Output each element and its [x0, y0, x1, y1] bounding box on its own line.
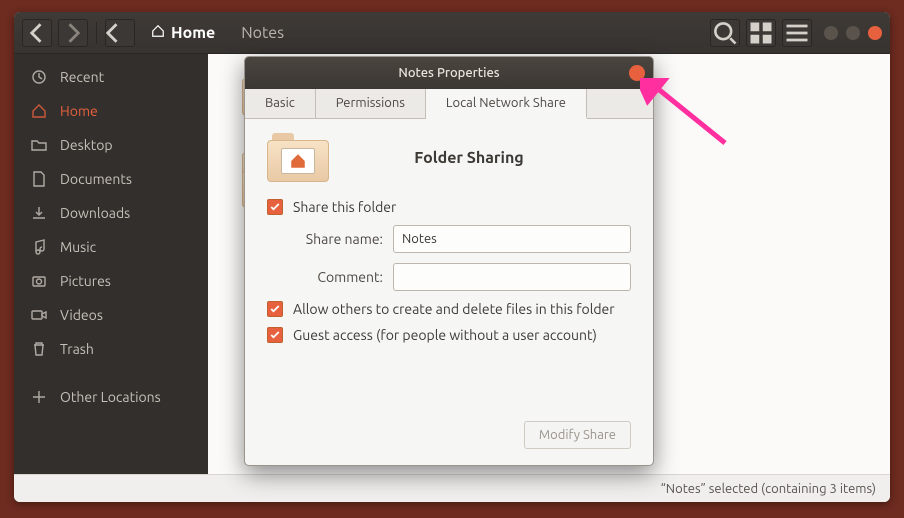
guest-access-checkbox[interactable]	[267, 327, 283, 343]
status-text: “Notes” selected (containing 3 items)	[661, 482, 876, 496]
comment-input[interactable]	[393, 263, 631, 291]
clock-icon	[30, 68, 48, 86]
dialog-heading: Folder Sharing	[347, 149, 631, 167]
dialog-tabs: Basic Permissions Local Network Share	[245, 89, 653, 119]
path-back-button[interactable]	[105, 19, 135, 47]
sidebar-item-label: Music	[60, 239, 96, 255]
breadcrumb-home[interactable]: Home	[141, 24, 225, 42]
sidebar-item-documents[interactable]: Documents	[14, 162, 208, 196]
allow-others-label: Allow others to create and delete files …	[293, 301, 615, 317]
sidebar-item-label: Desktop	[60, 137, 113, 153]
plus-icon	[30, 388, 48, 406]
sidebar-item-label: Recent	[60, 69, 104, 85]
divider	[96, 22, 97, 44]
sidebar: Recent Home Desktop Documents Downloads …	[14, 54, 208, 474]
home-icon	[30, 102, 48, 120]
share-name-row: Share name:	[267, 225, 631, 253]
search-button[interactable]	[710, 19, 740, 47]
tab-basic[interactable]: Basic	[245, 89, 316, 118]
dialog-title: Notes Properties	[398, 66, 499, 80]
sidebar-item-label: Downloads	[60, 205, 130, 221]
guest-access-label: Guest access (for people without a user …	[293, 327, 597, 343]
trash-icon	[30, 340, 48, 358]
view-toggle-button[interactable]	[746, 19, 776, 47]
sidebar-item-label: Home	[60, 103, 98, 119]
sidebar-item-trash[interactable]: Trash	[14, 332, 208, 366]
hamburger-menu-button[interactable]	[782, 19, 812, 47]
dialog-close-button[interactable]	[629, 65, 645, 81]
sidebar-item-videos[interactable]: Videos	[14, 298, 208, 332]
guest-access-row: Guest access (for people without a user …	[267, 327, 631, 343]
status-bar: “Notes” selected (containing 3 items)	[14, 474, 890, 502]
breadcrumb-notes[interactable]: Notes	[231, 24, 294, 42]
allow-others-checkbox[interactable]	[267, 301, 283, 317]
share-folder-icon	[267, 133, 329, 183]
share-name-input[interactable]	[393, 225, 631, 253]
share-name-label: Share name:	[291, 231, 383, 247]
share-folder-checkbox[interactable]	[267, 199, 283, 215]
properties-dialog: Notes Properties Basic Permissions Local…	[244, 56, 654, 466]
dialog-body: Folder Sharing Share this folder Share n…	[245, 119, 653, 353]
document-icon	[30, 170, 48, 188]
share-folder-row: Share this folder	[267, 199, 631, 215]
folder-icon	[30, 136, 48, 154]
download-icon	[30, 204, 48, 222]
sidebar-item-pictures[interactable]: Pictures	[14, 264, 208, 298]
camera-icon	[30, 272, 48, 290]
sidebar-item-label: Pictures	[60, 273, 111, 289]
sidebar-item-recent[interactable]: Recent	[14, 60, 208, 94]
sidebar-item-label: Trash	[60, 341, 94, 357]
music-icon	[30, 238, 48, 256]
sidebar-item-label: Other Locations	[60, 389, 161, 405]
breadcrumb-home-label: Home	[171, 24, 215, 42]
sidebar-item-label: Videos	[60, 307, 103, 323]
close-window-button[interactable]	[868, 26, 882, 40]
tab-permissions[interactable]: Permissions	[316, 89, 426, 118]
forward-button[interactable]	[58, 19, 88, 47]
comment-label: Comment:	[291, 269, 383, 285]
window-controls	[824, 26, 882, 40]
share-folder-label: Share this folder	[293, 199, 396, 215]
sidebar-item-label: Documents	[60, 171, 132, 187]
dialog-titlebar: Notes Properties	[245, 57, 653, 89]
maximize-button[interactable]	[846, 26, 860, 40]
comment-row: Comment:	[267, 263, 631, 291]
sidebar-item-home[interactable]: Home	[14, 94, 208, 128]
back-button[interactable]	[22, 19, 52, 47]
video-icon	[30, 306, 48, 324]
home-icon	[151, 24, 165, 42]
modify-share-button[interactable]: Modify Share	[524, 421, 631, 449]
allow-others-row: Allow others to create and delete files …	[267, 301, 631, 317]
sidebar-item-music[interactable]: Music	[14, 230, 208, 264]
tab-local-network-share[interactable]: Local Network Share	[426, 89, 587, 119]
sidebar-item-downloads[interactable]: Downloads	[14, 196, 208, 230]
sidebar-item-desktop[interactable]: Desktop	[14, 128, 208, 162]
sidebar-item-other-locations[interactable]: Other Locations	[14, 380, 208, 414]
header-bar: Home Notes	[14, 12, 890, 54]
minimize-button[interactable]	[824, 26, 838, 40]
